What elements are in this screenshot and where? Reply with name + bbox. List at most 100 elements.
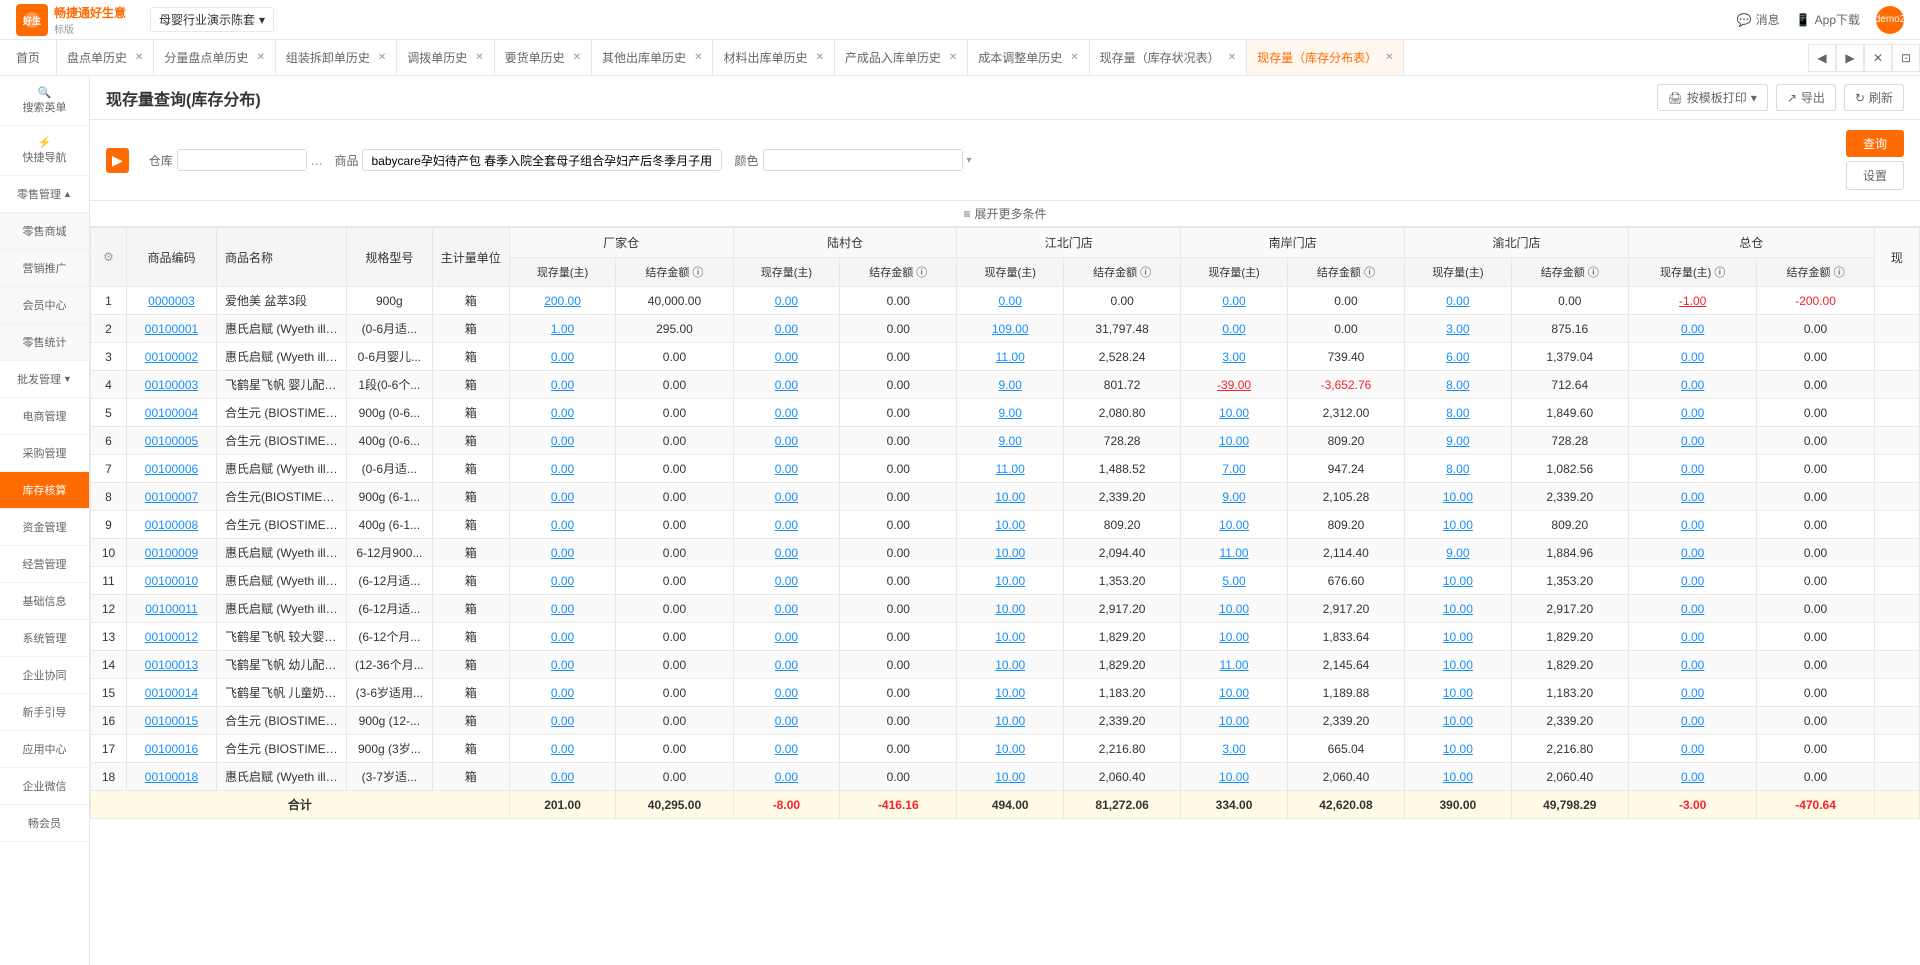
- cell-name: 合生元 (BIOSTIME) ...: [217, 427, 347, 455]
- code-link[interactable]: 00100013: [145, 658, 198, 672]
- cell-ybmd-qty: 8.00: [1405, 371, 1512, 399]
- settings-icon[interactable]: ⚙: [103, 250, 114, 264]
- sidebar-item-enterprise[interactable]: 企业协同: [0, 657, 89, 694]
- cell-lcw-amt: 0.00: [840, 343, 957, 371]
- refresh-btn[interactable]: ↻ 刷新: [1844, 84, 1904, 111]
- code-link[interactable]: 00100007: [145, 490, 198, 504]
- tab-expand-btn[interactable]: ⊡: [1892, 44, 1920, 72]
- sidebar-item-marketing[interactable]: 营销推广: [0, 250, 89, 287]
- sidebar-item-app[interactable]: 应用中心: [0, 731, 89, 768]
- tab-home[interactable]: 首页: [0, 40, 57, 75]
- sidebar-item-wholesale[interactable]: 批发管理 ▼: [0, 361, 89, 398]
- tab-close-all-btn[interactable]: ✕: [1864, 44, 1892, 72]
- cell-lcw-qty: 0.00: [733, 455, 840, 483]
- tab-cost-adjust[interactable]: 成本调整单历史 ✕: [968, 40, 1089, 75]
- expand-more-row[interactable]: ≡ 展开更多条件: [90, 201, 1920, 227]
- cell-code: 00100002: [127, 343, 217, 371]
- tab-other-out[interactable]: 其他出库单历史 ✕: [592, 40, 713, 75]
- sidebar-item-inventory[interactable]: 库存核算: [0, 472, 89, 509]
- tab-close-status[interactable]: ✕: [1228, 52, 1236, 63]
- sidebar-item-basic[interactable]: 基础信息: [0, 583, 89, 620]
- cell-current: [1874, 735, 1919, 763]
- tab-close-material[interactable]: ✕: [815, 52, 823, 63]
- sidebar-item-ops[interactable]: 经营管理: [0, 546, 89, 583]
- code-link[interactable]: 00100012: [145, 630, 198, 644]
- code-link[interactable]: 00100018: [145, 770, 198, 784]
- tab-prev-btn[interactable]: ◀: [1808, 44, 1836, 72]
- sidebar-item-member[interactable]: 会员中心: [0, 287, 89, 324]
- tab-close-inventory-count[interactable]: ✕: [135, 52, 143, 63]
- code-link[interactable]: 0000003: [148, 294, 195, 308]
- tab-close-finished[interactable]: ✕: [949, 52, 957, 63]
- sidebar-item-system[interactable]: 系统管理: [0, 620, 89, 657]
- user-menu[interactable]: demo2: [1876, 6, 1904, 34]
- sidebar-item-purchase[interactable]: 采购管理: [0, 435, 89, 472]
- app-download-btn[interactable]: 📱 App下载: [1796, 11, 1860, 28]
- tab-close-branch-count[interactable]: ✕: [256, 52, 264, 63]
- summary-ybmd-qty: 390.00: [1405, 791, 1512, 819]
- code-link[interactable]: 00100002: [145, 350, 198, 364]
- code-link[interactable]: 00100005: [145, 434, 198, 448]
- sidebar-item-guide[interactable]: 新手引导: [0, 694, 89, 731]
- sidebar-item-ecommerce[interactable]: 电商管理: [0, 398, 89, 435]
- filter-toggle-btn[interactable]: ▶: [106, 148, 129, 173]
- tab-purchase-order[interactable]: 要货单历史 ✕: [495, 40, 592, 75]
- sidebar-item-vip[interactable]: 畅会员: [0, 805, 89, 842]
- sidebar-item-retail-mall[interactable]: 零售商城: [0, 213, 89, 250]
- code-link[interactable]: 00100004: [145, 406, 198, 420]
- cell-spec: 6-12月900...: [347, 539, 433, 567]
- tab-close-assembly[interactable]: ✕: [378, 52, 386, 63]
- code-link[interactable]: 00100015: [145, 714, 198, 728]
- sidebar-item-retail-mgmt[interactable]: 零售管理 ▲: [0, 176, 89, 213]
- tab-close-transfer[interactable]: ✕: [475, 52, 483, 63]
- tab-close-other-out[interactable]: ✕: [694, 52, 702, 63]
- code-link[interactable]: 00100011: [145, 602, 198, 616]
- tab-material-out[interactable]: 材料出库单历史 ✕: [713, 40, 834, 75]
- summary-lcw-amt: -416.16: [840, 791, 957, 819]
- tab-close-cost[interactable]: ✕: [1070, 52, 1078, 63]
- tab-transfer[interactable]: 调拨单历史 ✕: [397, 40, 494, 75]
- cell-current: [1874, 567, 1919, 595]
- code-link[interactable]: 00100006: [145, 462, 198, 476]
- industry-selector[interactable]: 母婴行业演示陈套 ▾: [150, 7, 274, 32]
- color-input[interactable]: [763, 149, 963, 171]
- goods-input[interactable]: [362, 149, 722, 171]
- tab-next-btn[interactable]: ▶: [1836, 44, 1864, 72]
- message-btn[interactable]: 💬 消息: [1737, 11, 1780, 28]
- tab-stock-dist[interactable]: 现存量（库存分布表） ✕: [1247, 40, 1404, 75]
- cell-ybmd-amt: 1,353.20: [1511, 567, 1628, 595]
- print-btn[interactable]: 🖨 按模板打印 ▾: [1657, 84, 1768, 111]
- code-link[interactable]: 00100014: [145, 686, 198, 700]
- tab-close-purchase[interactable]: ✕: [573, 52, 581, 63]
- cell-unit: 箱: [432, 651, 509, 679]
- content-area: 现存量查询(库存分布) 🖨 按模板打印 ▾ ↗ 导出 ↻ 刷新: [90, 76, 1920, 965]
- tab-finished-in[interactable]: 产成品入库单历史 ✕: [835, 40, 968, 75]
- warehouse-more-btn[interactable]: ...: [311, 152, 323, 168]
- th-lcw-qty: 现存量(主): [733, 258, 840, 287]
- table-row: 6 00100005 合生元 (BIOSTIME) ... 400g (0-6.…: [91, 427, 1920, 455]
- code-link[interactable]: 00100010: [145, 574, 198, 588]
- code-link[interactable]: 00100003: [145, 378, 198, 392]
- sidebar-item-finance[interactable]: 资金管理: [0, 509, 89, 546]
- export-icon: ↗: [1787, 91, 1797, 105]
- tab-assembly[interactable]: 组装拆卸单历史 ✕: [276, 40, 397, 75]
- code-link[interactable]: 00100016: [145, 742, 198, 756]
- cell-ybmd-qty: 10.00: [1405, 707, 1512, 735]
- code-link[interactable]: 00100001: [145, 322, 198, 336]
- code-link[interactable]: 00100008: [145, 518, 198, 532]
- sidebar-item-search[interactable]: 🔍 搜索英单: [0, 76, 89, 126]
- tab-branch-count[interactable]: 分量盘点单历史 ✕: [154, 40, 275, 75]
- tab-stock-status[interactable]: 现存量（库存状况表） ✕: [1090, 40, 1247, 75]
- export-btn[interactable]: ↗ 导出: [1776, 84, 1836, 111]
- tab-inventory-count[interactable]: 盘点单历史 ✕: [57, 40, 154, 75]
- cell-jbmd-qty: 10.00: [957, 763, 1064, 791]
- sidebar-item-shortcut[interactable]: ⚡ 快捷导航: [0, 126, 89, 176]
- query-btn[interactable]: 查询: [1846, 130, 1904, 157]
- sidebar-item-retail-stats[interactable]: 零售统计: [0, 324, 89, 361]
- cell-spec: 1段(0-6个...: [347, 371, 433, 399]
- code-link[interactable]: 00100009: [145, 546, 198, 560]
- tab-close-dist[interactable]: ✕: [1385, 52, 1393, 63]
- sidebar-item-wechat[interactable]: 企业微信: [0, 768, 89, 805]
- warehouse-input[interactable]: [177, 149, 307, 171]
- setting-btn[interactable]: 设置: [1846, 161, 1904, 190]
